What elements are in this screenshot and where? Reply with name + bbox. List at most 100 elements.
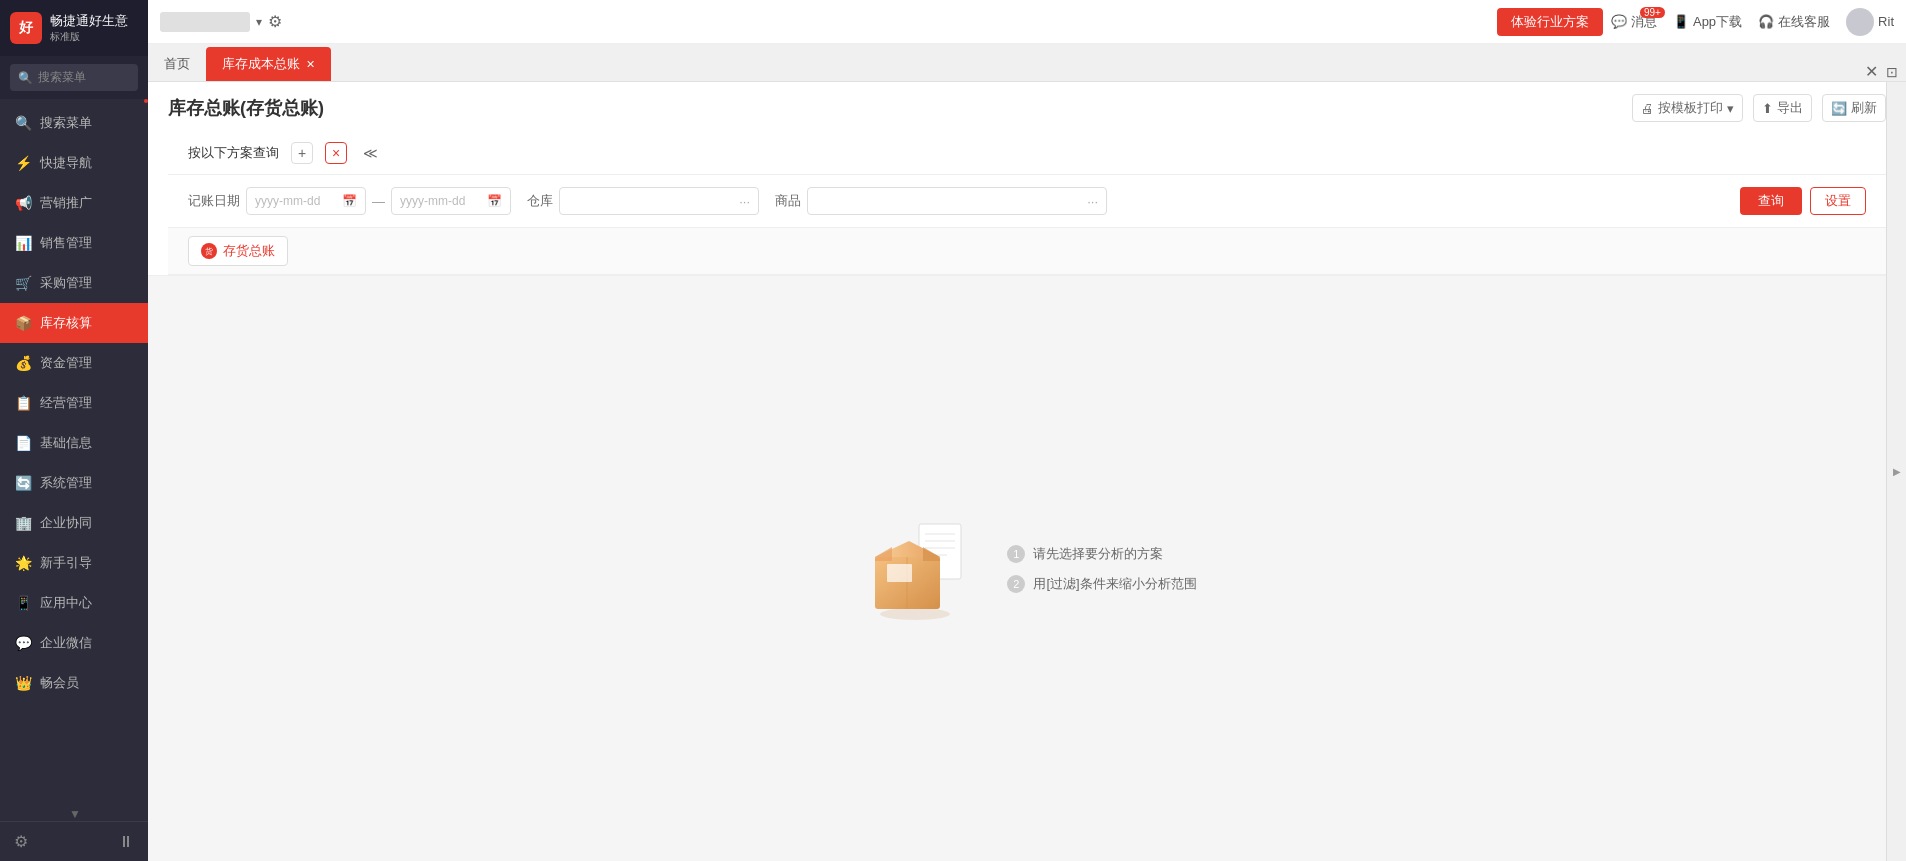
marketing-icon: 📢 xyxy=(14,195,32,211)
message-badge: 99+ xyxy=(1640,7,1665,18)
sidebar-item-wechat[interactable]: 💬 企业微信 xyxy=(0,623,148,663)
quick-nav-icon: ⚡ xyxy=(14,155,32,171)
logo-text: 畅捷通好生意 标准版 xyxy=(50,12,128,44)
sidebar-item-quick-nav[interactable]: ⚡ 快捷导航 xyxy=(0,143,148,183)
calendar-start-icon[interactable]: 📅 xyxy=(342,194,357,208)
filter-toggle-btn[interactable]: ≪ xyxy=(359,142,381,164)
sales-icon: 📊 xyxy=(14,235,32,251)
sidebar-item-vip[interactable]: 👑 畅会员 xyxy=(0,663,148,703)
sidebar-item-inventory[interactable]: 📦 库存核算 xyxy=(0,303,148,343)
purchase-icon: 🛒 xyxy=(14,275,32,291)
chevron-down-icon: ▾ xyxy=(256,15,262,29)
sidebar-footer: ⚙ ⏸ xyxy=(0,821,148,861)
collapse-sidebar-icon[interactable]: ⏸ xyxy=(118,833,134,851)
page-header: 库存总账(存货总账) 🖨 按模板打印 ▾ ⬆ 导出 🔄 刷新 xyxy=(148,82,1906,276)
sidebar-item-enterprise[interactable]: 🏢 企业协同 xyxy=(0,503,148,543)
operations-icon: 📋 xyxy=(14,395,32,411)
query-btn[interactable]: 查询 xyxy=(1740,187,1802,215)
filter-row: 记账日期 yyyy-mm-dd 📅 — yyyy-mm-dd 📅 仓库 xyxy=(168,175,1886,228)
refresh-icon: 🔄 xyxy=(1831,101,1847,116)
sidebar-scroll-down[interactable]: ▼ xyxy=(69,807,79,817)
warehouse-more-icon[interactable]: ··· xyxy=(739,194,750,209)
breadcrumb-placeholder xyxy=(160,12,250,32)
sidebar-item-marketing[interactable]: 📢 营销推广 xyxy=(0,183,148,223)
close-panel-icon[interactable]: ✕ xyxy=(1865,62,1878,81)
tab-inventory-cost[interactable]: 库存成本总账 ✕ xyxy=(206,47,331,81)
export-btn[interactable]: ⬆ 导出 xyxy=(1753,94,1812,122)
settings-btn[interactable]: 设置 xyxy=(1810,187,1866,215)
date-start-input[interactable]: yyyy-mm-dd 📅 xyxy=(246,187,366,215)
page-actions: 🖨 按模板打印 ▾ ⬆ 导出 🔄 刷新 xyxy=(1632,94,1886,122)
sidebar-item-sales[interactable]: 📊 销售管理 xyxy=(0,223,148,263)
date-end-input[interactable]: yyyy-mm-dd 📅 xyxy=(391,187,511,215)
top-header: ▾ ⚙ 体验行业方案 💬 消息 99+ 📱 App下载 🎧 在线客服 Rit xyxy=(148,0,1906,44)
user-avatar-item[interactable]: Rit xyxy=(1846,8,1894,36)
sidebar-logo: 好 畅捷通好生意 标准版 xyxy=(0,0,148,56)
goods-label: 商品 xyxy=(775,192,801,210)
scheme-dot-icon: 货 xyxy=(201,243,217,259)
warehouse-filter-group: 仓库 ··· xyxy=(527,187,759,215)
sidebar-item-beginner[interactable]: 🌟 新手引导 xyxy=(0,543,148,583)
fund-icon: 💰 xyxy=(14,355,32,371)
filter-label: 按以下方案查询 xyxy=(188,144,279,162)
filter-bar: 按以下方案查询 + × ≪ xyxy=(168,132,1886,175)
content-area: 库存总账(存货总账) 🖨 按模板打印 ▾ ⬆ 导出 🔄 刷新 xyxy=(148,82,1906,861)
filter-collapse-btn[interactable]: × xyxy=(325,142,347,164)
sidebar-item-search-menu[interactable]: 🔍 搜索菜单 xyxy=(0,103,148,143)
app-center-icon: 📱 xyxy=(14,595,32,611)
tab-close-icon[interactable]: ✕ xyxy=(306,58,315,71)
export-icon: ⬆ xyxy=(1762,101,1773,116)
headset-icon: 🎧 xyxy=(1758,14,1774,29)
vip-icon: 👑 xyxy=(14,675,32,691)
sidebar-item-system[interactable]: 🔄 系统管理 xyxy=(0,463,148,503)
basic-info-icon: 📄 xyxy=(14,435,32,451)
sidebar-item-basic-info[interactable]: 📄 基础信息 xyxy=(0,423,148,463)
sidebar-search[interactable]: 🔍 搜索菜单 xyxy=(0,56,148,99)
svg-rect-11 xyxy=(887,564,912,582)
main-area: ▾ ⚙ 体验行业方案 💬 消息 99+ 📱 App下载 🎧 在线客服 Rit xyxy=(148,0,1906,861)
logo-icon: 好 xyxy=(10,12,42,44)
sidebar: 好 畅捷通好生意 标准版 🔍 搜索菜单 🔍 搜索菜单 ⚡ 快捷导航 📢 营销推广… xyxy=(0,0,148,861)
goods-more-icon[interactable]: ··· xyxy=(1087,194,1098,209)
date-filter-group: 记账日期 yyyy-mm-dd 📅 — yyyy-mm-dd 📅 xyxy=(188,187,511,215)
message-icon: 💬 xyxy=(1611,14,1627,29)
tab-home[interactable]: 首页 xyxy=(148,47,206,81)
sidebar-item-fund[interactable]: 💰 资金管理 xyxy=(0,343,148,383)
empty-hints: 1 请先选择要分析的方案 2 用[过滤]条件来缩小分析范围 xyxy=(1007,545,1196,593)
sidebar-nav: 🔍 搜索菜单 ⚡ 快捷导航 📢 营销推广 📊 销售管理 🛒 采购管理 📦 库存核… xyxy=(0,103,148,803)
inventory-icon: 📦 xyxy=(14,315,32,331)
goods-select[interactable]: ··· xyxy=(807,187,1107,215)
expand-icon[interactable]: ⊡ xyxy=(1886,64,1898,80)
warehouse-select[interactable]: ··· xyxy=(559,187,759,215)
app-download-item[interactable]: 📱 App下载 xyxy=(1673,13,1742,31)
search-menu-input[interactable]: 🔍 搜索菜单 xyxy=(10,64,138,91)
date-separator: — xyxy=(372,194,385,209)
scheme-selector: 货 存货总账 xyxy=(168,228,1886,275)
message-item[interactable]: 💬 消息 99+ xyxy=(1611,13,1657,31)
date-label: 记账日期 xyxy=(188,192,240,210)
search-icon: 🔍 xyxy=(18,71,33,85)
panel-expand-icon[interactable]: ▶ xyxy=(1891,466,1902,477)
calendar-end-icon[interactable]: 📅 xyxy=(487,194,502,208)
refresh-btn[interactable]: 🔄 刷新 xyxy=(1822,94,1886,122)
print-btn[interactable]: 🖨 按模板打印 ▾ xyxy=(1632,94,1743,122)
empty-illustration xyxy=(857,509,977,629)
header-right: 💬 消息 99+ 📱 App下载 🎧 在线客服 Rit xyxy=(1611,8,1894,36)
settings-icon[interactable]: ⚙ xyxy=(14,832,28,851)
sidebar-item-purchase[interactable]: 🛒 采购管理 xyxy=(0,263,148,303)
industry-btn[interactable]: 体验行业方案 xyxy=(1497,8,1603,36)
filter-add-btn[interactable]: + xyxy=(291,142,313,164)
sidebar-item-app-center[interactable]: 📱 应用中心 xyxy=(0,583,148,623)
header-gear-icon[interactable]: ⚙ xyxy=(268,12,282,31)
breadcrumb-area: ▾ ⚙ xyxy=(160,12,1489,32)
system-icon: 🔄 xyxy=(14,475,32,491)
enterprise-icon: 🏢 xyxy=(14,515,32,531)
empty-state: 1 请先选择要分析的方案 2 用[过滤]条件来缩小分析范围 xyxy=(148,276,1906,861)
step-1-num: 1 xyxy=(1007,545,1025,563)
print-icon: 🖨 xyxy=(1641,101,1654,116)
online-service-item[interactable]: 🎧 在线客服 xyxy=(1758,13,1830,31)
svg-marker-8 xyxy=(875,547,892,561)
sidebar-item-operations[interactable]: 📋 经营管理 xyxy=(0,383,148,423)
empty-hint-2: 2 用[过滤]条件来缩小分析范围 xyxy=(1007,575,1196,593)
scheme-item-inventory[interactable]: 货 存货总账 xyxy=(188,236,288,266)
